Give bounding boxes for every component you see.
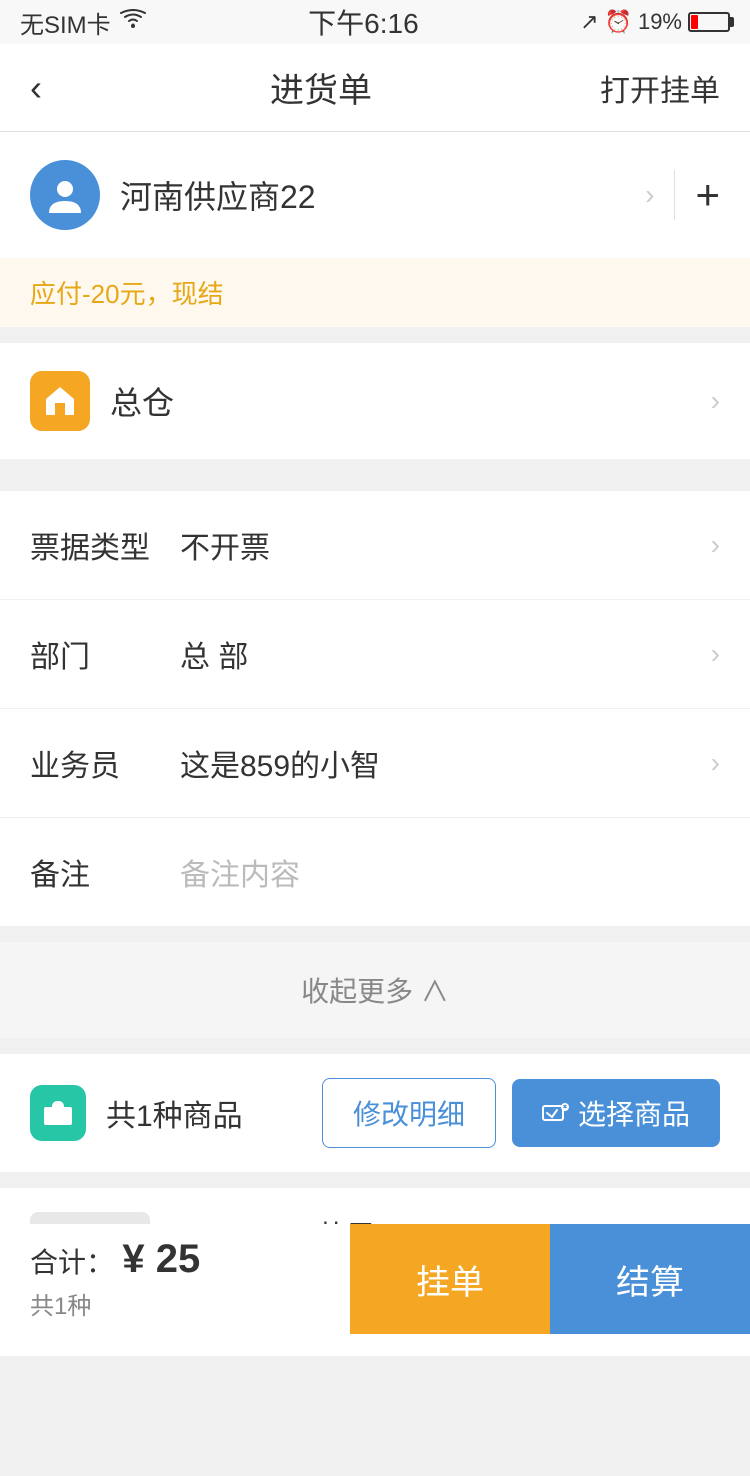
warehouse-icon xyxy=(30,371,90,431)
add-button[interactable]: + xyxy=(695,174,720,216)
sales-value: 这是859的小智 xyxy=(160,741,701,785)
edit-detail-button[interactable]: 修改明细 xyxy=(322,1078,496,1148)
collapse-bar[interactable]: 收起更多 ∧ xyxy=(0,942,750,1038)
dept-value: 总 部 xyxy=(160,632,701,676)
bottom-spacer xyxy=(0,1356,750,1476)
total-area: 合计： ¥ 25 共1种 xyxy=(0,1237,350,1321)
sales-row[interactable]: 业务员 这是859的小智 › xyxy=(0,709,750,818)
supplier-section: 河南供应商22 › + 应付-20元，现结 xyxy=(0,132,750,327)
warehouse-chevron-icon: › xyxy=(711,385,720,417)
invoice-row[interactable]: 票据类型 不开票 › xyxy=(0,491,750,600)
select-product-button[interactable]: 选择商品 xyxy=(512,1079,720,1147)
status-left: 无SIM卡 xyxy=(20,5,147,40)
total-count: 共1种 xyxy=(30,1286,320,1321)
select-product-label: 选择商品 xyxy=(578,1093,690,1133)
supplier-name: 河南供应商22 xyxy=(120,172,645,218)
battery-text: 19% xyxy=(638,9,682,35)
sales-chevron-icon: › xyxy=(711,747,720,779)
product-count: 共1种商品 xyxy=(106,1091,322,1135)
dept-label: 部门 xyxy=(30,632,160,676)
status-time: 下午6:16 xyxy=(308,2,419,42)
nav-bar: ‹ 进货单 打开挂单 xyxy=(0,44,750,132)
bottom-bar: 合计： ¥ 25 共1种 挂单 结算 xyxy=(0,1224,750,1334)
sales-label: 业务员 xyxy=(30,741,160,785)
alert-bar: 应付-20元，现结 xyxy=(0,258,750,327)
wifi-icon xyxy=(119,8,147,36)
status-bar: 无SIM卡 下午6:16 ↗ ⏰ 19% xyxy=(0,0,750,44)
page-title: 进货单 xyxy=(270,63,372,112)
remark-label: 备注 xyxy=(30,850,160,894)
supplier-chevron-icon: › xyxy=(645,179,654,211)
warehouse-row[interactable]: 总仓 › xyxy=(0,343,750,459)
divider xyxy=(674,170,675,220)
open-hang-button[interactable]: 打开挂单 xyxy=(600,66,720,110)
battery-icon xyxy=(688,12,730,32)
gap2 xyxy=(0,475,750,491)
alarm-icon: ⏰ xyxy=(605,9,632,35)
dept-chevron-icon: › xyxy=(711,638,720,670)
invoice-label: 票据类型 xyxy=(30,523,160,567)
supplier-row[interactable]: 河南供应商22 › + xyxy=(0,132,750,258)
gap1 xyxy=(0,327,750,343)
total-label: 合计： xyxy=(30,1247,114,1278)
total-row: 合计： ¥ 25 xyxy=(30,1237,320,1282)
remark-row[interactable]: 备注 备注内容 xyxy=(0,818,750,926)
checkout-button[interactable]: 结算 xyxy=(550,1224,750,1334)
warehouse-name: 总仓 xyxy=(110,378,711,424)
dept-row[interactable]: 部门 总 部 › xyxy=(0,600,750,709)
back-button[interactable]: ‹ xyxy=(30,67,42,109)
invoice-chevron-icon: › xyxy=(711,529,720,561)
location-icon: ↗ xyxy=(580,9,598,35)
remark-placeholder[interactable]: 备注内容 xyxy=(160,850,720,894)
carrier-text: 无SIM卡 xyxy=(20,5,111,40)
supplier-right-section: › + xyxy=(645,170,720,220)
hang-button[interactable]: 挂单 xyxy=(350,1224,550,1334)
form-section: 票据类型 不开票 › 部门 总 部 › 业务员 这是859的小智 › 备注 备注… xyxy=(0,491,750,926)
supplier-avatar xyxy=(30,160,100,230)
status-right: ↗ ⏰ 19% xyxy=(580,9,730,35)
total-amount: ¥ 25 xyxy=(122,1237,200,1281)
product-icon xyxy=(30,1085,86,1141)
warehouse-section: 总仓 › xyxy=(0,343,750,459)
invoice-value: 不开票 xyxy=(160,523,701,567)
product-header: 共1种商品 修改明细 选择商品 xyxy=(0,1054,750,1172)
